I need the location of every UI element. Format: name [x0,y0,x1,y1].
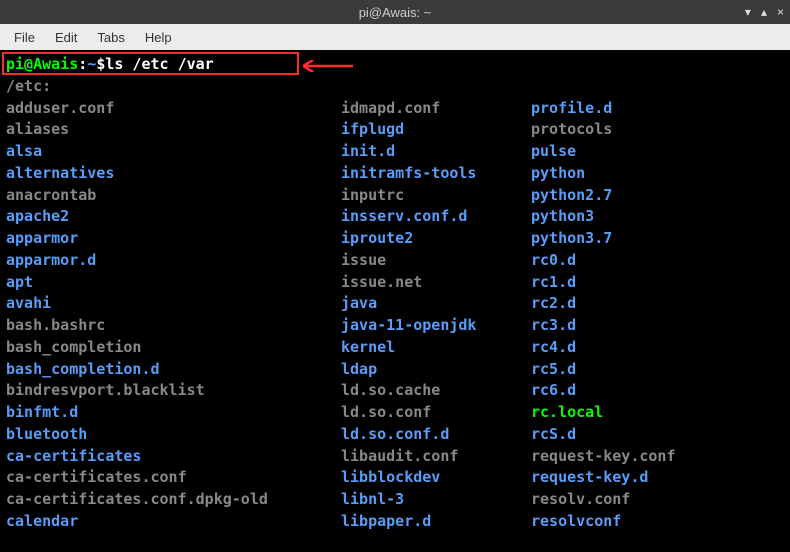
menu-file[interactable]: File [6,27,43,48]
file-entry: insserv.conf.d [341,206,531,228]
file-entry: resolv.conf [531,489,784,511]
file-entry: alternatives [6,163,341,185]
menu-bar: File Edit Tabs Help [0,24,790,50]
prompt-path: ~ [87,54,96,76]
prompt-command: ls /etc /var [105,54,213,76]
file-entry: binfmt.d [6,402,341,424]
file-entry: adduser.conf [6,98,341,120]
file-entry: aliases [6,119,341,141]
file-entry: rc0.d [531,250,784,272]
window-title: pi@Awais: ~ [359,5,432,20]
file-entry: python2.7 [531,185,784,207]
window-titlebar: pi@Awais: ~ ▾ ▴ × [0,0,790,24]
file-entry: resolvconf [531,511,784,533]
file-entry: iproute2 [341,228,531,250]
file-entry: issue [341,250,531,272]
file-entry: apt [6,272,341,294]
maximize-button[interactable]: ▴ [761,5,767,19]
file-entry: python3.7 [531,228,784,250]
file-entry: ld.so.conf [341,402,531,424]
file-entry: apparmor.d [6,250,341,272]
file-entry: initramfs-tools [341,163,531,185]
file-entry: alsa [6,141,341,163]
file-entry: libpaper.d [341,511,531,533]
file-entry: rc3.d [531,315,784,337]
file-entry: libblockdev [341,467,531,489]
file-entry: protocols [531,119,784,141]
file-entry: request-key.d [531,467,784,489]
file-entry: apache2 [6,206,341,228]
file-entry: idmapd.conf [341,98,531,120]
file-entry: bash.bashrc [6,315,341,337]
file-entry: bindresvport.blacklist [6,380,341,402]
file-entry: rc5.d [531,359,784,381]
file-entry: avahi [6,293,341,315]
file-entry: calendar [6,511,341,533]
file-entry: rc6.d [531,380,784,402]
file-entry: ld.so.conf.d [341,424,531,446]
file-listing: adduser.confidmapd.confprofile.daliasesi… [6,98,784,533]
file-entry: java [341,293,531,315]
file-entry: ifplugd [341,119,531,141]
file-entry: apparmor [6,228,341,250]
prompt-dollar: $ [96,54,105,76]
menu-tabs[interactable]: Tabs [89,27,132,48]
file-entry: python [531,163,784,185]
menu-edit[interactable]: Edit [47,27,85,48]
menu-help[interactable]: Help [137,27,180,48]
file-entry: ca-certificates.conf [6,467,341,489]
file-entry: ca-certificates.conf.dpkg-old [6,489,341,511]
file-entry: pulse [531,141,784,163]
file-entry: bluetooth [6,424,341,446]
prompt-line: pi@Awais:~ $ ls /etc /var [6,54,784,76]
file-entry: rc4.d [531,337,784,359]
file-entry: request-key.conf [531,446,784,468]
file-entry: bash_completion.d [6,359,341,381]
prompt-colon: : [78,54,87,76]
window-controls: ▾ ▴ × [745,5,784,19]
file-entry: profile.d [531,98,784,120]
prompt-user: pi@Awais [6,54,78,76]
output-section-header: /etc: [6,76,784,98]
file-entry: python3 [531,206,784,228]
file-entry: rc.local [531,402,784,424]
file-entry: ca-certificates [6,446,341,468]
file-entry: libaudit.conf [341,446,531,468]
file-entry: init.d [341,141,531,163]
file-entry: kernel [341,337,531,359]
file-entry: anacrontab [6,185,341,207]
close-button[interactable]: × [777,5,784,19]
file-entry: rc2.d [531,293,784,315]
minimize-button[interactable]: ▾ [745,5,751,19]
file-entry: rc1.d [531,272,784,294]
file-entry: java-11-openjdk [341,315,531,337]
file-entry: issue.net [341,272,531,294]
file-entry: ld.so.cache [341,380,531,402]
terminal-viewport[interactable]: pi@Awais:~ $ ls /etc /var /etc: adduser.… [0,50,790,552]
file-entry: rcS.d [531,424,784,446]
file-entry: inputrc [341,185,531,207]
file-entry: ldap [341,359,531,381]
file-entry: libnl-3 [341,489,531,511]
file-entry: bash_completion [6,337,341,359]
